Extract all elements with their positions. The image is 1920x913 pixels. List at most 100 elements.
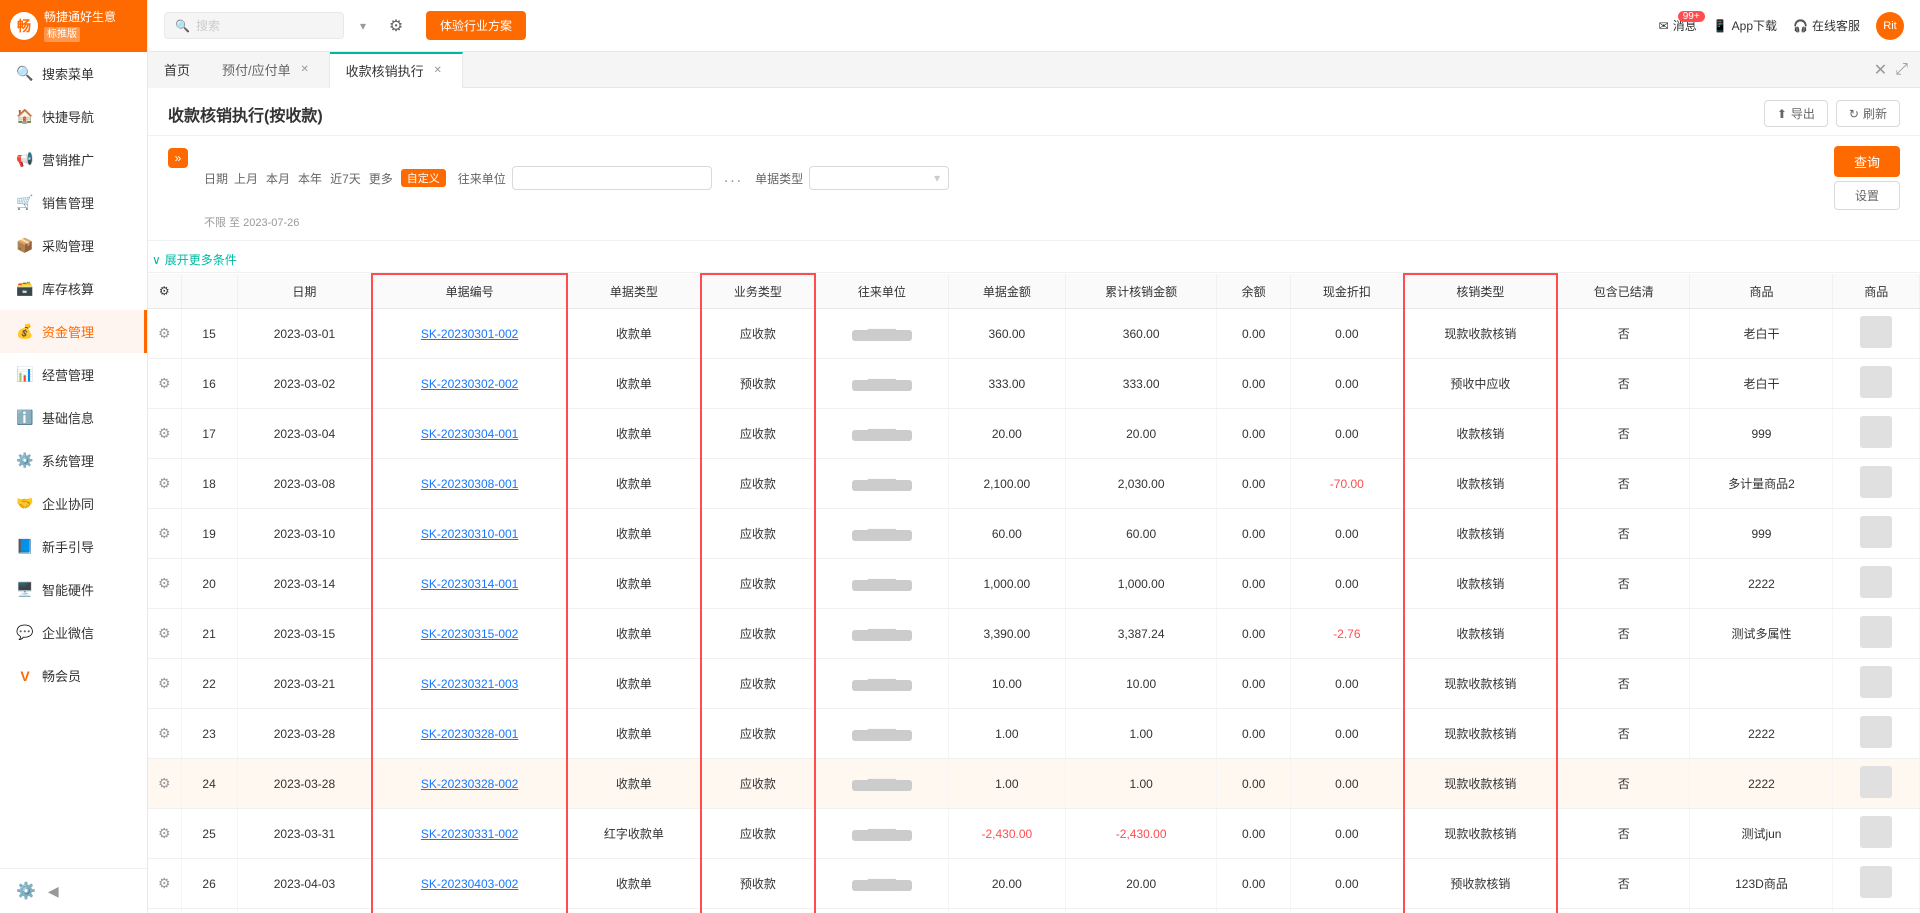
doc-no-link[interactable]: SK-20230331-002 [421, 827, 518, 841]
sidebar-item-system[interactable]: ⚙️ 系统管理 [0, 439, 147, 482]
doc-no-link[interactable]: SK-20230314-001 [421, 577, 518, 591]
cell-gear[interactable]: ⚙ [148, 559, 181, 609]
filter-date-this-year[interactable]: 本年 [298, 170, 322, 187]
user-avatar[interactable]: Rit [1876, 12, 1904, 40]
doc-no-link[interactable]: SK-20230328-001 [421, 727, 518, 741]
cell-gear[interactable]: ⚙ [148, 909, 181, 913]
topbar-search-box[interactable]: 🔍 搜索 [164, 12, 344, 39]
cell-doc-no[interactable]: SK-20230331-002 [372, 809, 567, 859]
cell-doc-no[interactable]: SK-20230301-002 [372, 309, 567, 359]
cell-gear[interactable]: ⚙ [148, 359, 181, 409]
sidebar-item-operation[interactable]: 📊 经营管理 [0, 353, 147, 396]
doc-no-link[interactable]: SK-20230301-002 [421, 327, 518, 341]
cell-doc-no[interactable]: SK-20230408-001 [372, 909, 567, 913]
refresh-button[interactable]: ↻ 刷新 [1836, 100, 1900, 127]
tab-collection-close-icon[interactable]: ✕ [430, 63, 446, 79]
expand-more-button[interactable]: ∨ 展开更多条件 [152, 251, 1916, 268]
cell-gear[interactable]: ⚙ [148, 859, 181, 909]
cell-doc-no[interactable]: SK-20230403-002 [372, 859, 567, 909]
topbar-gear-button[interactable]: ⚙ [382, 12, 410, 40]
cell-gear[interactable]: ⚙ [148, 609, 181, 659]
cell-doc-no[interactable]: SK-20230302-002 [372, 359, 567, 409]
table-row: ⚙ 26 2023-04-03 SK-20230403-002 收款单 预收款 … [148, 859, 1920, 909]
cell-doc-amount: 360.00 [948, 309, 1065, 359]
cell-doc-no[interactable]: SK-20230314-001 [372, 559, 567, 609]
sidebar-item-member[interactable]: V 畅会员 [0, 654, 147, 697]
online-service-button[interactable]: 🎧 在线客服 [1793, 17, 1860, 34]
cell-doc-no[interactable]: SK-20230328-001 [372, 709, 567, 759]
doc-no-link[interactable]: SK-20230403-002 [421, 877, 518, 891]
tab-collection[interactable]: 收款核销执行 ✕ [330, 52, 463, 88]
cell-product2 [1833, 709, 1920, 759]
cell-date: 2023-03-02 [237, 359, 372, 409]
tab-collection-label: 收款核销执行 [346, 61, 424, 80]
doc-no-link[interactable]: SK-20230328-002 [421, 777, 518, 791]
filter-date-custom-button[interactable]: 自定义 [401, 169, 446, 187]
filter-date-more[interactable]: 更多 [369, 170, 393, 187]
doc-no-link[interactable]: SK-20230321-003 [421, 677, 518, 691]
guide-icon: 📘 [16, 538, 34, 556]
sidebar-item-quicknav[interactable]: 🏠 快捷导航 [0, 95, 147, 138]
sidebar-item-wechat[interactable]: 💬 企业微信 [0, 611, 147, 654]
query-button[interactable]: 查询 [1834, 146, 1900, 177]
export-button[interactable]: ⬆ 导出 [1764, 100, 1828, 127]
cell-gear[interactable]: ⚙ [148, 809, 181, 859]
cell-doc-no[interactable]: SK-20230321-003 [372, 659, 567, 709]
filter-date-this-month[interactable]: 本月 [266, 170, 290, 187]
sidebar-item-inventory[interactable]: 🗃️ 库存核算 [0, 267, 147, 310]
message-button[interactable]: ✉ 消息 99+ [1659, 17, 1697, 34]
sidebar-item-hardware[interactable]: 🖥️ 智能硬件 [0, 568, 147, 611]
cell-gear[interactable]: ⚙ [148, 509, 181, 559]
app-download-button[interactable]: 📱 App下载 [1713, 17, 1777, 34]
filter-date-options: 上月 本月 本年 近7天 更多 自定义 [234, 169, 446, 187]
setting-button[interactable]: 设置 [1834, 181, 1900, 210]
th-settings[interactable]: ⚙ [148, 274, 181, 309]
doc-no-link[interactable]: SK-20230308-001 [421, 477, 518, 491]
marketing-icon: 📢 [16, 151, 34, 169]
row-gear-icon: ⚙ [158, 425, 171, 441]
filter-doc-type-select[interactable]: ▾ [809, 166, 949, 190]
cell-gear[interactable]: ⚙ [148, 709, 181, 759]
filter-date-recent7[interactable]: 近7天 [330, 170, 361, 187]
filter-partner-input[interactable] [512, 166, 712, 190]
cell-gear[interactable]: ⚙ [148, 309, 181, 359]
sidebar-settings-icon[interactable]: ⚙️ [16, 881, 36, 901]
filter-toggle-button[interactable]: » [168, 148, 188, 168]
tab-close-all-icon[interactable]: ✕ [1874, 60, 1887, 80]
sidebar-item-guide[interactable]: 📘 新手引导 [0, 525, 147, 568]
cell-product2 [1833, 659, 1920, 709]
tab-prepay[interactable]: 预付/应付单 ✕ [206, 52, 330, 88]
cell-doc-no[interactable]: SK-20230328-002 [372, 759, 567, 809]
cell-doc-no[interactable]: SK-20230310-001 [372, 509, 567, 559]
cell-gear[interactable]: ⚙ [148, 659, 181, 709]
filter-date-prev-month[interactable]: 上月 [234, 170, 258, 187]
solution-button[interactable]: 体验行业方案 [426, 11, 526, 40]
sidebar-item-sales[interactable]: 🛒 销售管理 [0, 181, 147, 224]
cell-doc-no[interactable]: SK-20230304-001 [372, 409, 567, 459]
cell-include-settled: 否 [1557, 509, 1690, 559]
sidebar-collapse-icon[interactable]: ◀ [48, 883, 59, 900]
sidebar-item-purchase[interactable]: 📦 采购管理 [0, 224, 147, 267]
cell-gear[interactable]: ⚙ [148, 759, 181, 809]
doc-no-link[interactable]: SK-20230302-002 [421, 377, 518, 391]
sidebar-item-enterprise[interactable]: 🤝 企业协同 [0, 482, 147, 525]
cell-doc-amount: 1.00 [948, 759, 1065, 809]
tab-home[interactable]: 首页 [148, 52, 206, 88]
cell-doc-no[interactable]: SK-20230308-001 [372, 459, 567, 509]
doc-no-link[interactable]: SK-20230310-001 [421, 527, 518, 541]
cell-verify-type: 收款核销 [1404, 409, 1557, 459]
cell-gear[interactable]: ⚙ [148, 459, 181, 509]
th-partner: 往来单位 [815, 274, 948, 309]
sidebar-item-marketing[interactable]: 📢 营销推广 [0, 138, 147, 181]
tab-expand-icon[interactable]: ⤢ [1895, 61, 1908, 79]
doc-no-link[interactable]: SK-20230315-002 [421, 627, 518, 641]
doc-no-link[interactable]: SK-20230304-001 [421, 427, 518, 441]
cell-doc-no[interactable]: SK-20230315-002 [372, 609, 567, 659]
user-name: Rit [1883, 20, 1896, 32]
sidebar-item-finance[interactable]: 💰 资金管理 [0, 310, 147, 353]
sidebar-item-basic[interactable]: ℹ️ 基础信息 [0, 396, 147, 439]
sidebar-item-search[interactable]: 🔍 搜索菜单 [0, 52, 147, 95]
cell-product2 [1833, 759, 1920, 809]
tab-prepay-close-icon[interactable]: ✕ [297, 62, 313, 78]
cell-gear[interactable]: ⚙ [148, 409, 181, 459]
